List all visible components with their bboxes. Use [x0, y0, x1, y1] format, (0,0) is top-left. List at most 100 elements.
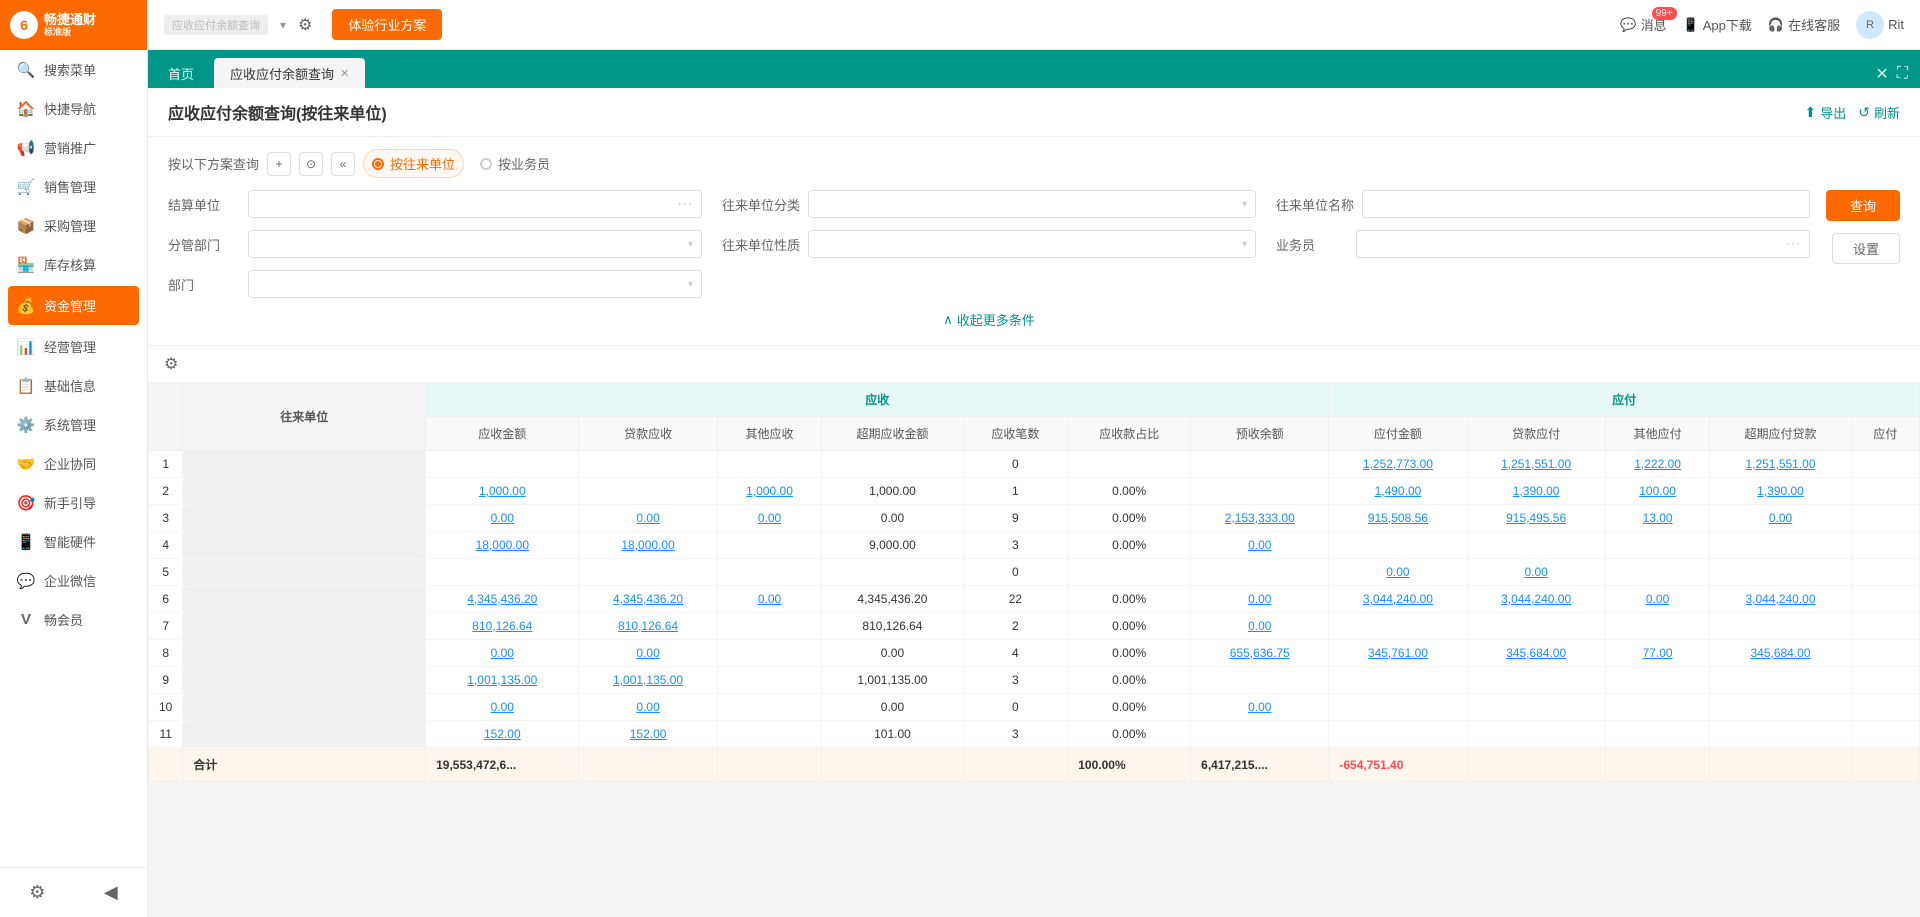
table-cell[interactable]: 915,508.56: [1329, 505, 1467, 532]
table-cell[interactable]: [1329, 694, 1467, 721]
sidebar-item-finance[interactable]: 💰 资金管理: [8, 286, 139, 325]
sidebar-item-marketing[interactable]: 📢 营销推广: [0, 128, 147, 167]
app-download-button[interactable]: 📱 App下载: [1683, 15, 1752, 34]
table-cell[interactable]: 0.00: [1191, 613, 1329, 640]
tab-arbalance[interactable]: 应收应付余额查询 ✕: [214, 58, 365, 88]
table-cell[interactable]: [717, 532, 822, 559]
sidebar-collapse-icon[interactable]: ◀: [104, 882, 118, 903]
table-cell[interactable]: [1329, 667, 1467, 694]
table-cell[interactable]: 152.00: [579, 721, 717, 748]
table-cell[interactable]: [579, 478, 717, 505]
table-settings-icon[interactable]: ⚙: [164, 354, 178, 374]
table-cell[interactable]: 0.00: [426, 640, 579, 667]
table-cell[interactable]: [579, 559, 717, 586]
query-button[interactable]: 查询: [1826, 190, 1900, 221]
table-cell[interactable]: 1,001,135.00: [579, 667, 717, 694]
table-cell[interactable]: 0.00: [717, 586, 822, 613]
table-cell[interactable]: 1,490.00: [1329, 478, 1467, 505]
input-dept[interactable]: ▾: [248, 230, 702, 258]
sidebar-item-system[interactable]: ⚙️ 系统管理: [0, 405, 147, 444]
table-cell[interactable]: 1,251,551.00: [1467, 451, 1605, 478]
table-cell[interactable]: 3,044,240.00: [1710, 586, 1851, 613]
table-cell[interactable]: [1710, 613, 1851, 640]
schema-collapse-button[interactable]: «: [331, 152, 355, 176]
table-cell[interactable]: [426, 559, 579, 586]
table-cell[interactable]: 1,000.00: [426, 478, 579, 505]
table-cell[interactable]: [1191, 451, 1329, 478]
table-cell[interactable]: 2,153,333.00: [1191, 505, 1329, 532]
refresh-button[interactable]: ↺ 刷新: [1858, 103, 1900, 122]
sidebar-settings-icon[interactable]: ⚙: [29, 882, 45, 903]
table-cell[interactable]: 0.00: [1191, 586, 1329, 613]
settings-icon[interactable]: ⚙: [298, 15, 312, 35]
table-cell[interactable]: 0.00: [579, 505, 717, 532]
table-cell[interactable]: [1467, 667, 1605, 694]
table-cell[interactable]: [1329, 721, 1467, 748]
table-cell[interactable]: 0.00: [1191, 532, 1329, 559]
table-cell[interactable]: 345,761.00: [1329, 640, 1467, 667]
table-cell[interactable]: [1605, 721, 1710, 748]
table-cell[interactable]: [1329, 613, 1467, 640]
schema-option-by-partner[interactable]: 按往来单位: [363, 149, 464, 178]
table-cell[interactable]: 18,000.00: [426, 532, 579, 559]
table-cell[interactable]: [1191, 559, 1329, 586]
table-cell[interactable]: 810,126.64: [426, 613, 579, 640]
table-cell[interactable]: [717, 667, 822, 694]
table-cell[interactable]: [717, 640, 822, 667]
table-cell[interactable]: 0.00: [579, 694, 717, 721]
table-cell[interactable]: 1,000.00: [717, 478, 822, 505]
table-cell[interactable]: [717, 559, 822, 586]
table-cell[interactable]: 345,684.00: [1467, 640, 1605, 667]
table-cell[interactable]: [1191, 667, 1329, 694]
table-cell[interactable]: 0.00: [717, 505, 822, 532]
table-cell[interactable]: 77.00: [1605, 640, 1710, 667]
table-cell[interactable]: [1191, 478, 1329, 505]
sidebar-item-purchase[interactable]: 📦 采购管理: [0, 206, 147, 245]
table-cell[interactable]: 3,044,240.00: [1467, 586, 1605, 613]
sidebar-item-enterprise[interactable]: 🤝 企业协同: [0, 444, 147, 483]
table-cell[interactable]: [1710, 721, 1851, 748]
table-cell[interactable]: [1605, 532, 1710, 559]
collapse-more-button[interactable]: ∧ 收起更多条件: [168, 306, 1810, 333]
sidebar-item-sales[interactable]: 🛒 销售管理: [0, 167, 147, 206]
table-cell[interactable]: 915,495.56: [1467, 505, 1605, 532]
table-cell[interactable]: [1710, 694, 1851, 721]
table-cell[interactable]: 345,684.00: [1710, 640, 1851, 667]
table-cell[interactable]: 4,345,436.20: [579, 586, 717, 613]
sidebar-item-operations[interactable]: 📊 经营管理: [0, 327, 147, 366]
sidebar-item-wechat[interactable]: 💬 企业微信: [0, 561, 147, 600]
table-cell[interactable]: [1191, 721, 1329, 748]
table-cell[interactable]: 0.00: [1329, 559, 1467, 586]
table-cell[interactable]: 0.00: [579, 640, 717, 667]
table-cell[interactable]: [1710, 559, 1851, 586]
table-cell[interactable]: [426, 451, 579, 478]
tab-close-all-icon[interactable]: ✕: [1875, 64, 1888, 84]
input-division[interactable]: ▾: [248, 270, 702, 298]
table-cell[interactable]: 0.00: [1467, 559, 1605, 586]
tab-expand-icon[interactable]: ⛶: [1897, 65, 1908, 83]
sidebar-item-search[interactable]: 🔍 搜索菜单: [0, 50, 147, 89]
table-cell[interactable]: 3,044,240.00: [1329, 586, 1467, 613]
table-cell[interactable]: [1329, 532, 1467, 559]
table-cell[interactable]: 655,636.75: [1191, 640, 1329, 667]
input-partner-name[interactable]: [1362, 190, 1810, 218]
online-service-button[interactable]: 🎧 在线客服: [1768, 15, 1840, 34]
table-cell[interactable]: [1710, 532, 1851, 559]
user-menu[interactable]: R Rit: [1856, 11, 1904, 39]
table-cell[interactable]: 4,345,436.20: [426, 586, 579, 613]
sidebar-item-member[interactable]: V 畅会员: [0, 600, 147, 639]
table-cell[interactable]: [717, 721, 822, 748]
table-cell[interactable]: [1605, 613, 1710, 640]
input-partner-type[interactable]: ▾: [808, 230, 1256, 258]
tab-close-icon[interactable]: ✕: [340, 67, 349, 80]
table-cell[interactable]: [1605, 559, 1710, 586]
input-settlement-unit[interactable]: ···: [248, 190, 702, 218]
table-cell[interactable]: [1467, 694, 1605, 721]
table-cell[interactable]: 18,000.00: [579, 532, 717, 559]
table-cell[interactable]: [579, 451, 717, 478]
table-cell[interactable]: 152.00: [426, 721, 579, 748]
sidebar-item-quick-nav[interactable]: 🏠 快捷导航: [0, 89, 147, 128]
table-cell[interactable]: 1,222.00: [1605, 451, 1710, 478]
schema-option-by-employee[interactable]: 按业务员: [472, 150, 558, 177]
table-cell[interactable]: 1,251,551.00: [1710, 451, 1851, 478]
